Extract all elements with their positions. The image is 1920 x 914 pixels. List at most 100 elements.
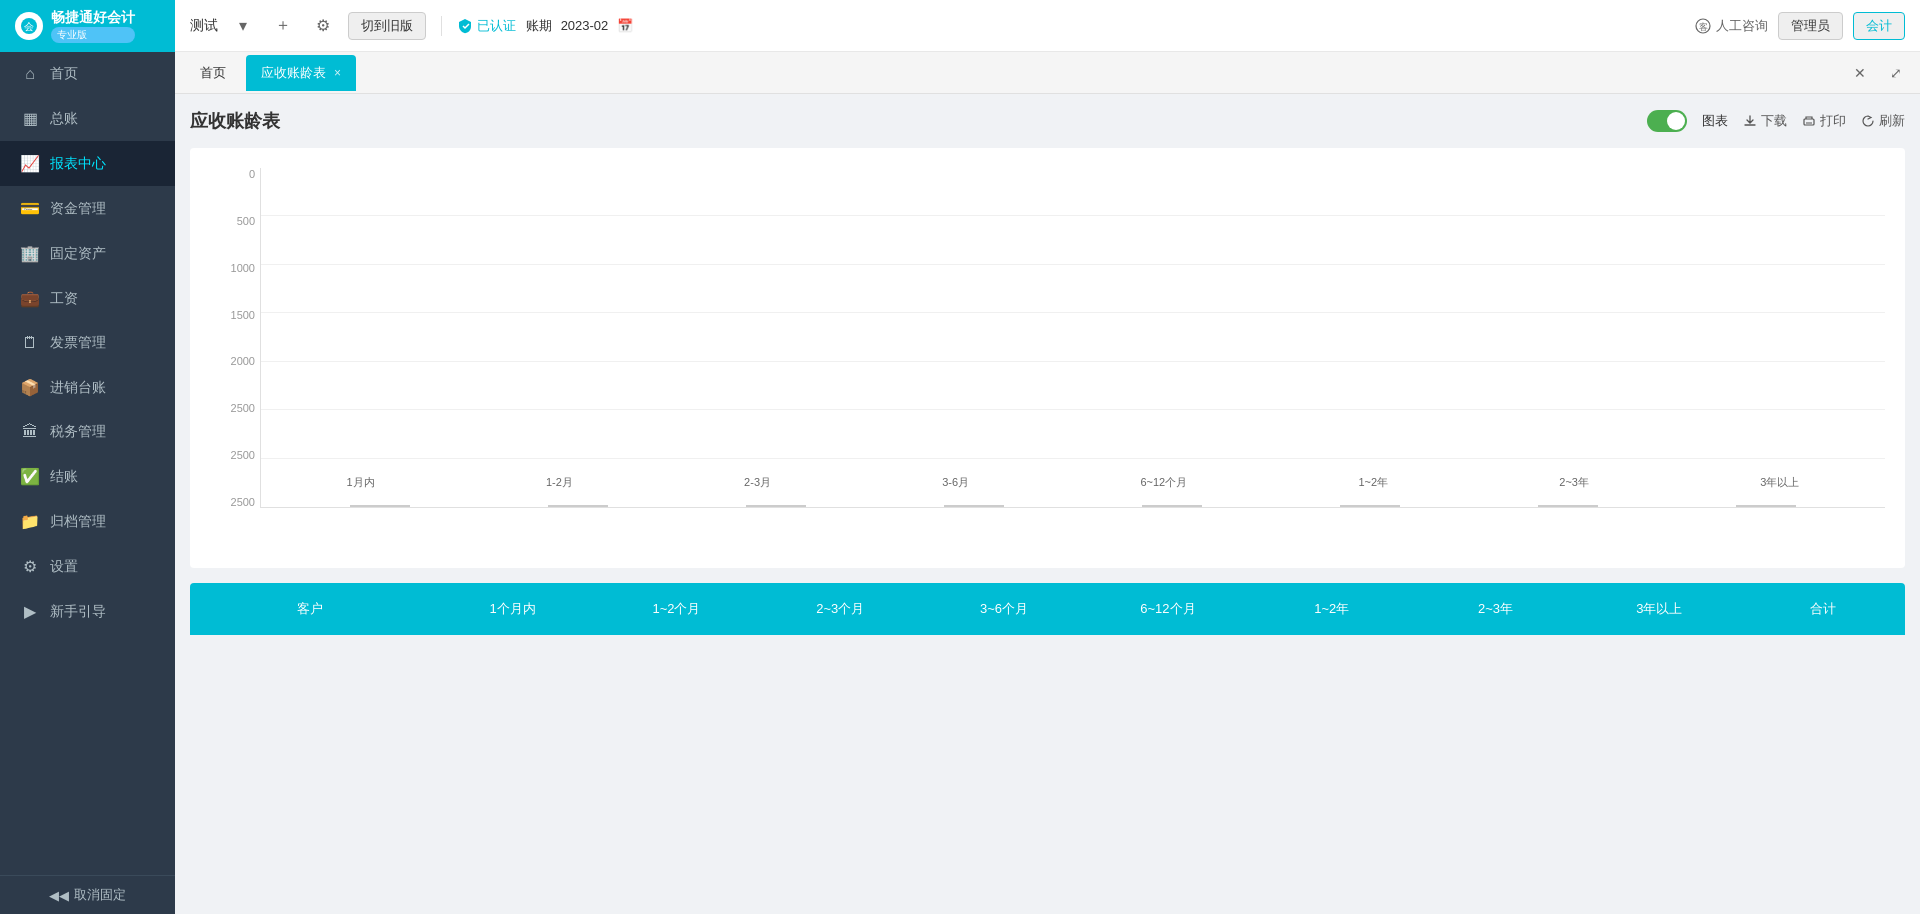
ledger-icon: ▦ [20,109,40,128]
x-label-6-12m: 6~12个月 [1140,475,1187,490]
topbar-right: 客 人工咨询 管理员 会计 [1695,12,1905,40]
sidebar-item-label: 资金管理 [50,200,106,218]
headset-icon: 客 [1695,18,1711,34]
consult-button[interactable]: 客 人工咨询 [1695,17,1768,35]
tab-report[interactable]: 应收账龄表 × [246,55,356,91]
refresh-icon [1861,114,1875,128]
tax-icon: 🏛 [20,423,40,441]
table-header: 客户 1个月内 1~2个月 2~3个月 3~6个月 6~12个月 1~2年 2~… [190,583,1905,635]
y-label: 1500 [231,309,255,321]
tabs-bar: 首页 应收账龄表 × ✕ ⤢ [175,52,1920,94]
x-labels: 1月内 1-2月 2-3月 3-6月 6~12个月 1~2年 2~3年 3年以上 [261,467,1885,507]
settle-icon: ✅ [20,467,40,486]
th-month3-6: 3~6个月 [922,600,1086,618]
y-label: 2500 [231,402,255,414]
divider [441,16,442,36]
topbar: 测试 ▾ ＋ ⚙ 切到旧版 已认证 账期 2023-02 📅 客 人工咨询 管理… [175,0,1920,52]
chart-toggle-label: 图表 [1702,112,1728,130]
sidebar-item-settle[interactable]: ✅ 结账 [0,454,175,499]
sidebar-item-salary[interactable]: 💼 工资 [0,276,175,321]
sidebar-item-label: 归档管理 [50,513,106,531]
th-month2-3: 2~3个月 [758,600,922,618]
settings-gear-icon[interactable]: ⚙ [308,11,338,41]
chart-area: 1月内 1-2月 2-3月 3-6月 6~12个月 1~2年 2~3年 3年以上 [260,168,1885,508]
tab-expand-button[interactable]: ⤢ [1882,59,1910,87]
th-year2-3: 2~3年 [1414,600,1578,618]
sidebar-item-label: 固定资产 [50,245,106,263]
home-icon: ⌂ [20,65,40,83]
sidebar-item-settings[interactable]: ⚙ 设置 [0,544,175,589]
bar-chart: 2500 2500 2500 2000 1500 1000 500 0 [210,168,1885,548]
sidebar-item-label: 结账 [50,468,78,486]
sidebar-item-label: 新手引导 [50,603,106,621]
th-year3plus: 3年以上 [1577,600,1741,618]
sidebar-item-label: 设置 [50,558,78,576]
company-name: 测试 [190,17,218,35]
x-label-1m: 1月内 [347,475,375,490]
sidebar-nav: ⌂ 首页 ▦ 总账 📈 报表中心 💳 资金管理 🏢 固定资产 💼 工资 🗒 发票… [0,52,175,875]
y-label: 2500 [231,496,255,508]
y-label: 2500 [231,449,255,461]
sidebar-item-report[interactable]: 📈 报表中心 [0,141,175,186]
salary-icon: 💼 [20,289,40,308]
chart-container: 2500 2500 2500 2000 1500 1000 500 0 [190,148,1905,568]
sidebar-item-home[interactable]: ⌂ 首页 [0,52,175,96]
th-month1: 1个月内 [431,600,595,618]
company-dropdown-icon[interactable]: ▾ [228,11,258,41]
tabs-right-actions: ✕ ⤢ [1846,59,1910,87]
settings-icon: ⚙ [20,557,40,576]
sidebar-item-invoice[interactable]: 🗒 发票管理 [0,321,175,365]
funds-icon: 💳 [20,199,40,218]
sidebar-item-label: 首页 [50,65,78,83]
sidebar-item-funds[interactable]: 💳 资金管理 [0,186,175,231]
sidebar-logo: 会 畅捷通好会计 专业版 [0,0,175,52]
y-label: 1000 [231,262,255,274]
report-actions: 图表 下载 打印 刷新 [1647,110,1905,132]
pin-icon: ◀◀ [49,888,69,903]
sidebar-item-ledger[interactable]: ▦ 总账 [0,96,175,141]
sidebar-item-archive[interactable]: 📁 归档管理 [0,499,175,544]
sidebar-item-guide[interactable]: ▶ 新手引导 [0,589,175,634]
sidebar-item-stock[interactable]: 📦 进销台账 [0,365,175,410]
svg-text:会: 会 [24,21,34,32]
th-month6-12: 6~12个月 [1086,600,1250,618]
print-button[interactable]: 打印 [1802,112,1846,130]
sidebar-item-assets[interactable]: 🏢 固定资产 [0,231,175,276]
tab-close-window-button[interactable]: ✕ [1846,59,1874,87]
y-label: 500 [237,215,255,227]
th-total: 合计 [1741,600,1905,618]
y-label: 0 [249,168,255,180]
archive-icon: 📁 [20,512,40,531]
accountant-button[interactable]: 会计 [1853,12,1905,40]
x-label-3yplus: 3年以上 [1760,475,1799,490]
refresh-button[interactable]: 刷新 [1861,112,1905,130]
x-label-1-2y: 1~2年 [1358,475,1388,490]
report-title: 应收账龄表 [190,109,280,133]
x-label-3-6m: 3-6月 [942,475,969,490]
main-area: 测试 ▾ ＋ ⚙ 切到旧版 已认证 账期 2023-02 📅 客 人工咨询 管理… [175,0,1920,914]
chart-toggle[interactable] [1647,110,1687,132]
sidebar: 会 畅捷通好会计 专业版 ⌂ 首页 ▦ 总账 📈 报表中心 💳 资金管理 🏢 固… [0,0,175,914]
download-button[interactable]: 下载 [1743,112,1787,130]
cancel-fixed-button[interactable]: ◀◀ 取消固定 [0,875,175,914]
old-version-button[interactable]: 切到旧版 [348,12,426,40]
tab-home[interactable]: 首页 [185,55,241,91]
shield-icon [457,18,473,34]
user-button[interactable]: 管理员 [1778,12,1843,40]
report-header: 应收账龄表 图表 下载 打印 刷新 [190,109,1905,133]
sidebar-item-label: 总账 [50,110,78,128]
sidebar-item-tax[interactable]: 🏛 税务管理 [0,410,175,454]
logo-icon: 会 [15,12,43,40]
app-name: 畅捷通好会计 [51,9,135,26]
x-label-2-3y: 2~3年 [1559,475,1589,490]
invoice-icon: 🗒 [20,334,40,352]
tab-close-icon[interactable]: × [334,66,341,80]
sidebar-item-label: 发票管理 [50,334,106,352]
content-area: 应收账龄表 图表 下载 打印 刷新 [175,94,1920,914]
certified-badge: 已认证 [457,17,516,35]
sidebar-item-label: 进销台账 [50,379,106,397]
svg-rect-4 [1804,119,1814,125]
y-axis: 2500 2500 2500 2000 1500 1000 500 0 [210,168,260,508]
add-button[interactable]: ＋ [268,11,298,41]
sidebar-item-label: 工资 [50,290,78,308]
